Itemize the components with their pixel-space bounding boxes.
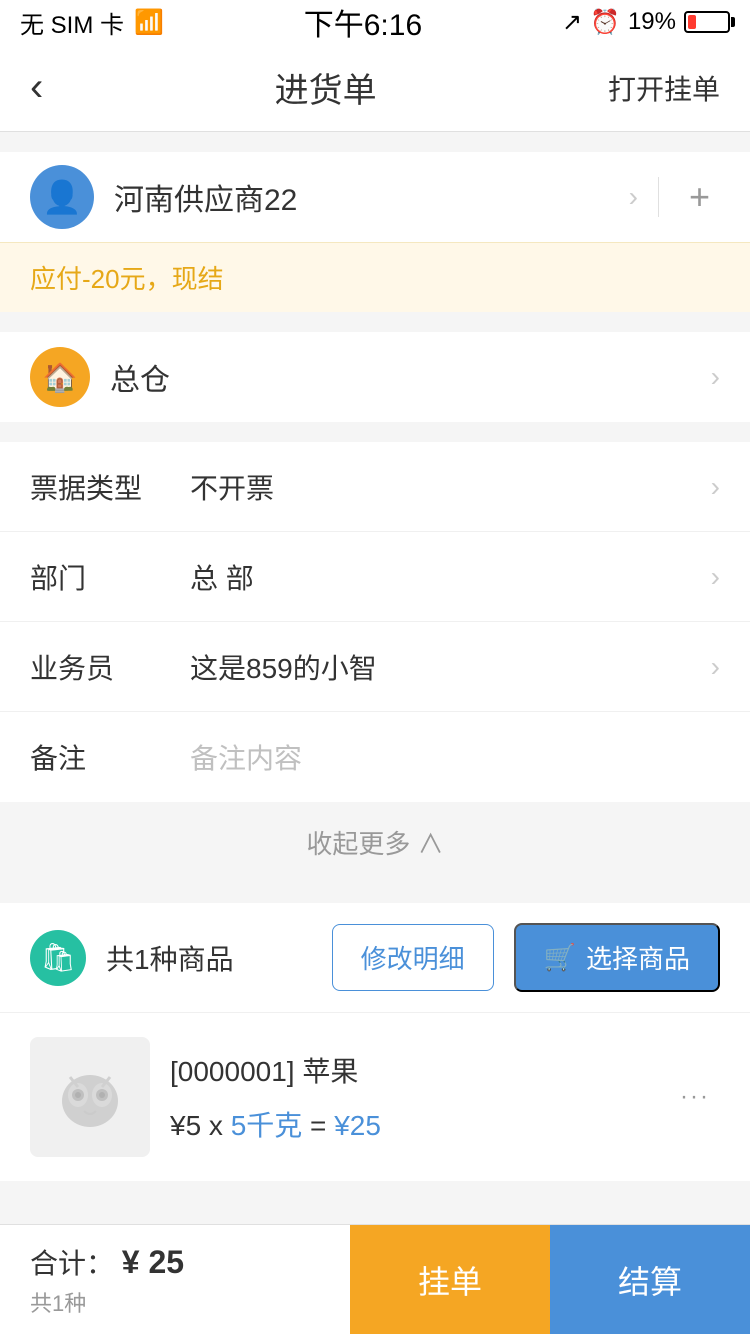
- supplier-card: 👤 河南供应商22 › + 应付-20元，现结: [0, 152, 750, 312]
- department-label: 部门: [30, 557, 170, 597]
- battery-percent: 19%: [628, 8, 676, 36]
- department-chevron-icon: ›: [711, 561, 720, 593]
- form-card: 票据类型 不开票 › 部门 总 部 › 业务员 这是859的小智 › 备注 备注…: [0, 442, 750, 802]
- select-product-button[interactable]: 🛒 选择商品: [514, 923, 720, 992]
- invoice-type-label: 票据类型: [30, 467, 170, 507]
- more-dots-icon: ···: [680, 1083, 710, 1110]
- product-price: ¥5 x 5千克 = ¥25: [170, 1104, 650, 1144]
- remark-value: 备注内容: [170, 737, 720, 777]
- invoice-type-row[interactable]: 票据类型 不开票 ›: [0, 442, 750, 532]
- total-label: 合计： ¥ 25: [30, 1242, 320, 1282]
- status-right: ↗ ⏰ 19%: [562, 8, 730, 37]
- product-item: [0000001] 苹果 ¥5 x 5千克 = ¥25 ···: [0, 1013, 750, 1181]
- product-thumbnail: [30, 1037, 150, 1157]
- total-section: 合计： ¥ 25 共1种: [0, 1225, 350, 1334]
- product-name: [0000001] 苹果: [170, 1050, 650, 1090]
- supplier-chevron-icon: ›: [629, 181, 638, 213]
- battery-icon: [684, 11, 730, 33]
- collapse-bar[interactable]: 收起更多 ∧: [0, 802, 750, 883]
- gap-3: [0, 422, 750, 442]
- back-button[interactable]: ‹: [30, 65, 43, 110]
- total-label-text: 合计：: [30, 1248, 114, 1279]
- alarm-icon: ⏰: [590, 8, 620, 37]
- supplier-name: 河南供应商22: [114, 175, 629, 219]
- nav-bar: ‹ 进货单 打开挂单: [0, 44, 750, 132]
- products-header: 🛍 共1种商品 修改明细 🛒 选择商品: [0, 903, 750, 1013]
- total-amount: ¥ 25: [122, 1244, 184, 1280]
- add-supplier-button[interactable]: +: [679, 166, 720, 228]
- person-icon: 👤: [42, 178, 82, 216]
- cart-icon: 🛒: [544, 942, 576, 973]
- products-icon: 🛍: [30, 930, 86, 986]
- salesman-label: 业务员: [30, 647, 170, 687]
- price-sep: =: [302, 1110, 334, 1141]
- gap-4: [0, 883, 750, 903]
- home-icon: 🏠: [43, 361, 78, 394]
- product-info: [0000001] 苹果 ¥5 x 5千克 = ¥25: [170, 1050, 650, 1144]
- supplier-divider: [658, 177, 659, 217]
- wifi-icon: 📶: [134, 8, 164, 37]
- price-qty: 5千克: [231, 1110, 303, 1141]
- department-row[interactable]: 部门 总 部 ›: [0, 532, 750, 622]
- status-bar: 无 SIM 卡 📶 下午6:16 ↗ ⏰ 19%: [0, 0, 750, 44]
- remark-row[interactable]: 备注 备注内容: [0, 712, 750, 802]
- status-left: 无 SIM 卡 📶: [20, 5, 164, 40]
- warehouse-card: 🏠 总仓 ›: [0, 332, 750, 422]
- invoice-chevron-icon: ›: [711, 471, 720, 503]
- owl-logo: [50, 1057, 130, 1137]
- price-total: ¥25: [334, 1110, 381, 1141]
- warehouse-name: 总仓: [110, 355, 711, 399]
- supplier-avatar: 👤: [30, 165, 94, 229]
- remark-label: 备注: [30, 737, 170, 777]
- select-product-label: 选择商品: [586, 939, 690, 976]
- product-name-text: 苹果: [302, 1056, 358, 1087]
- bottom-bar: 合计： ¥ 25 共1种 挂单 结算: [0, 1224, 750, 1334]
- salesman-value: 这是859的小智: [170, 647, 711, 687]
- collapse-label: 收起更多 ∧: [306, 829, 443, 859]
- status-time: 下午6:16: [304, 0, 422, 44]
- gap-2: [0, 312, 750, 332]
- hang-button[interactable]: 挂单: [350, 1225, 550, 1334]
- more-options-button[interactable]: ···: [670, 1073, 720, 1121]
- department-value: 总 部: [170, 557, 711, 597]
- supplier-row[interactable]: 👤 河南供应商22 › +: [0, 152, 750, 242]
- notice-text: 应付-20元，现结: [30, 264, 224, 294]
- salesman-chevron-icon: ›: [711, 651, 720, 683]
- warehouse-chevron-icon: ›: [711, 361, 720, 393]
- price-base: ¥5 x: [170, 1110, 231, 1141]
- notice-bar: 应付-20元，现结: [0, 242, 750, 312]
- open-hang-button[interactable]: 打开挂单: [608, 68, 720, 108]
- warehouse-row[interactable]: 🏠 总仓 ›: [0, 332, 750, 422]
- product-code: [0000001]: [170, 1056, 295, 1087]
- total-sub: 共1种: [30, 1286, 320, 1318]
- warehouse-icon: 🏠: [30, 347, 90, 407]
- products-count: 共1种商品: [106, 938, 312, 978]
- modify-detail-button[interactable]: 修改明细: [332, 924, 494, 991]
- page-title: 进货单: [275, 63, 377, 112]
- checkout-button[interactable]: 结算: [550, 1225, 750, 1334]
- gap-1: [0, 132, 750, 152]
- invoice-type-value: 不开票: [170, 467, 711, 507]
- sim-status: 无 SIM 卡: [20, 5, 124, 40]
- bag-icon: 🛍: [40, 941, 76, 974]
- location-icon: ↗: [562, 8, 582, 37]
- salesman-row[interactable]: 业务员 这是859的小智 ›: [0, 622, 750, 712]
